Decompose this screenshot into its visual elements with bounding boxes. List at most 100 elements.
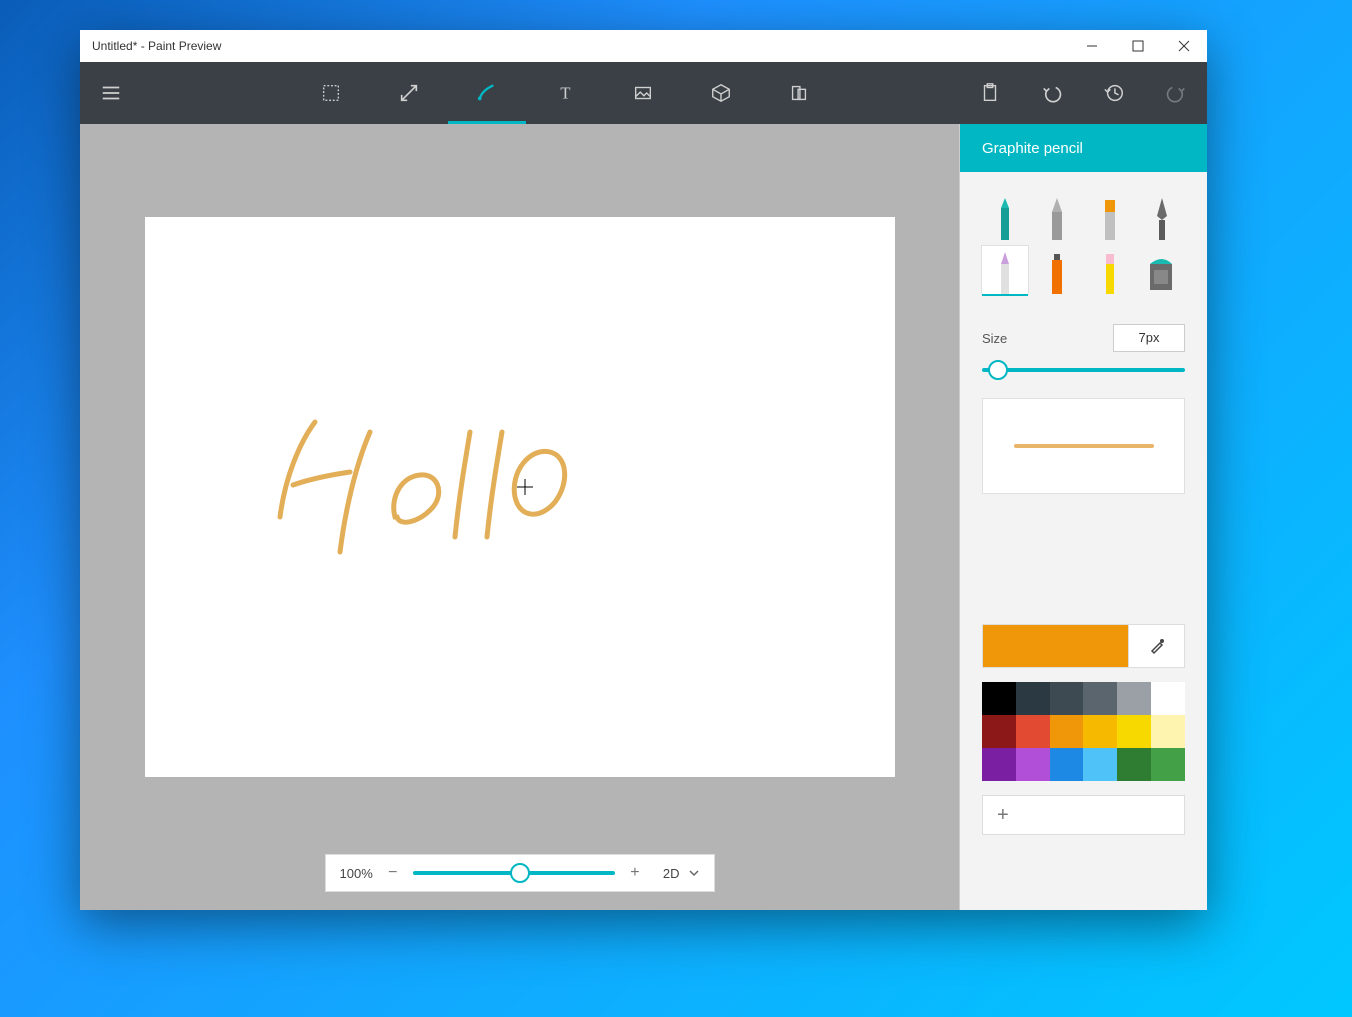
eraser-tool[interactable] bbox=[1087, 246, 1133, 294]
brush-tools-grid bbox=[960, 172, 1207, 302]
canvas[interactable] bbox=[145, 217, 895, 777]
color-swatch[interactable] bbox=[982, 682, 1016, 715]
maximize-button[interactable] bbox=[1115, 30, 1161, 62]
shapes-icon bbox=[788, 82, 810, 104]
text-icon: T bbox=[554, 82, 576, 104]
size-row: Size 7px bbox=[960, 302, 1207, 362]
redo-icon bbox=[1165, 82, 1187, 104]
preview-line bbox=[1014, 444, 1154, 448]
undo-button[interactable] bbox=[1021, 62, 1083, 124]
pen-icon bbox=[1152, 196, 1172, 240]
crayon-tool[interactable] bbox=[1087, 192, 1133, 240]
zoom-percent: 100% bbox=[340, 866, 373, 881]
zoom-in-button[interactable]: + bbox=[627, 864, 643, 882]
color-swatch[interactable] bbox=[1083, 682, 1117, 715]
titlebar: Untitled* - Paint Preview bbox=[80, 30, 1207, 62]
pen-tool[interactable] bbox=[1139, 192, 1185, 240]
color-palette bbox=[982, 682, 1185, 781]
size-label: Size bbox=[982, 331, 1007, 346]
image-icon bbox=[632, 82, 654, 104]
eyedropper-button[interactable] bbox=[1128, 625, 1184, 667]
redo-button[interactable] bbox=[1145, 62, 1207, 124]
main-area: 100% − + 2D Graphite pencil bbox=[80, 124, 1207, 910]
color-swatch[interactable] bbox=[1050, 715, 1084, 748]
maximize-icon bbox=[1132, 40, 1144, 52]
color-swatch[interactable] bbox=[1151, 682, 1185, 715]
chevron-down-icon bbox=[688, 867, 700, 879]
marker-icon bbox=[995, 196, 1015, 240]
color-swatch[interactable] bbox=[1050, 748, 1084, 781]
crayon-icon bbox=[1100, 196, 1120, 240]
color-swatch[interactable] bbox=[1083, 715, 1117, 748]
zoom-out-button[interactable]: − bbox=[385, 864, 401, 882]
drawing-strokes bbox=[145, 217, 895, 777]
title-text: Untitled* - Paint Preview bbox=[92, 39, 221, 53]
size-slider[interactable] bbox=[982, 368, 1185, 372]
minimize-button[interactable] bbox=[1069, 30, 1115, 62]
window-controls bbox=[1069, 30, 1207, 62]
color-swatch[interactable] bbox=[1151, 748, 1185, 781]
view-mode-label: 2D bbox=[663, 866, 680, 881]
color-swatch[interactable] bbox=[982, 715, 1016, 748]
zoom-slider[interactable] bbox=[413, 871, 615, 875]
current-color-swatch[interactable] bbox=[983, 625, 1128, 667]
spray-icon bbox=[1047, 250, 1067, 294]
sidebar: Graphite pencil bbox=[959, 124, 1207, 910]
cube-tool[interactable] bbox=[682, 62, 760, 124]
color-block bbox=[982, 624, 1185, 668]
fill-icon bbox=[1148, 250, 1176, 294]
cube-icon bbox=[710, 82, 732, 104]
size-input[interactable]: 7px bbox=[1113, 324, 1185, 352]
graphite-pencil-icon bbox=[995, 250, 1015, 294]
color-swatch[interactable] bbox=[1016, 748, 1050, 781]
history-button[interactable] bbox=[1083, 62, 1145, 124]
pencil-hard-tool[interactable] bbox=[1034, 192, 1080, 240]
close-button[interactable] bbox=[1161, 30, 1207, 62]
crosshair-cursor bbox=[517, 479, 533, 495]
menu-button[interactable] bbox=[80, 62, 142, 124]
text-tool[interactable]: T bbox=[526, 62, 604, 124]
add-color-button[interactable]: + bbox=[982, 795, 1185, 835]
image-tool[interactable] bbox=[604, 62, 682, 124]
history-icon bbox=[1103, 82, 1125, 104]
hamburger-icon bbox=[100, 82, 122, 104]
app-window: Untitled* - Paint Preview T bbox=[80, 30, 1207, 910]
canvas-area: 100% − + 2D bbox=[80, 124, 959, 910]
select-tool[interactable] bbox=[292, 62, 370, 124]
current-color-row bbox=[982, 624, 1185, 668]
color-swatch[interactable] bbox=[1050, 682, 1084, 715]
brush-tool[interactable] bbox=[448, 62, 526, 124]
eyedropper-icon bbox=[1148, 637, 1166, 655]
color-swatch[interactable] bbox=[982, 748, 1016, 781]
main-toolbar: T bbox=[80, 62, 1207, 124]
graphite-pencil-tool[interactable] bbox=[982, 246, 1028, 294]
stroke-preview bbox=[982, 398, 1185, 494]
crop-tool[interactable] bbox=[370, 62, 448, 124]
minimize-icon bbox=[1086, 40, 1098, 52]
brush-icon bbox=[476, 82, 498, 104]
marker-tool[interactable] bbox=[982, 192, 1028, 240]
color-swatch[interactable] bbox=[1083, 748, 1117, 781]
select-icon bbox=[320, 82, 342, 104]
sidebar-header: Graphite pencil bbox=[960, 124, 1207, 172]
pencil-hard-icon bbox=[1047, 196, 1067, 240]
color-swatch[interactable] bbox=[1016, 715, 1050, 748]
paste-icon bbox=[979, 82, 1001, 104]
color-swatch[interactable] bbox=[1016, 682, 1050, 715]
view-mode-dropdown[interactable]: 2D bbox=[663, 866, 700, 881]
color-swatch[interactable] bbox=[1151, 715, 1185, 748]
size-slider-thumb[interactable] bbox=[988, 360, 1008, 380]
eraser-icon bbox=[1100, 250, 1120, 294]
color-swatch[interactable] bbox=[1117, 682, 1151, 715]
color-swatch[interactable] bbox=[1117, 748, 1151, 781]
plus-icon: + bbox=[997, 804, 1009, 827]
spray-tool[interactable] bbox=[1034, 246, 1080, 294]
shapes-tool[interactable] bbox=[760, 62, 838, 124]
zoom-slider-thumb[interactable] bbox=[510, 863, 530, 883]
color-swatch[interactable] bbox=[1117, 715, 1151, 748]
fill-tool[interactable] bbox=[1139, 246, 1185, 294]
paste-button[interactable] bbox=[959, 62, 1021, 124]
close-icon bbox=[1178, 40, 1190, 52]
undo-icon bbox=[1041, 82, 1063, 104]
svg-text:T: T bbox=[560, 84, 570, 103]
